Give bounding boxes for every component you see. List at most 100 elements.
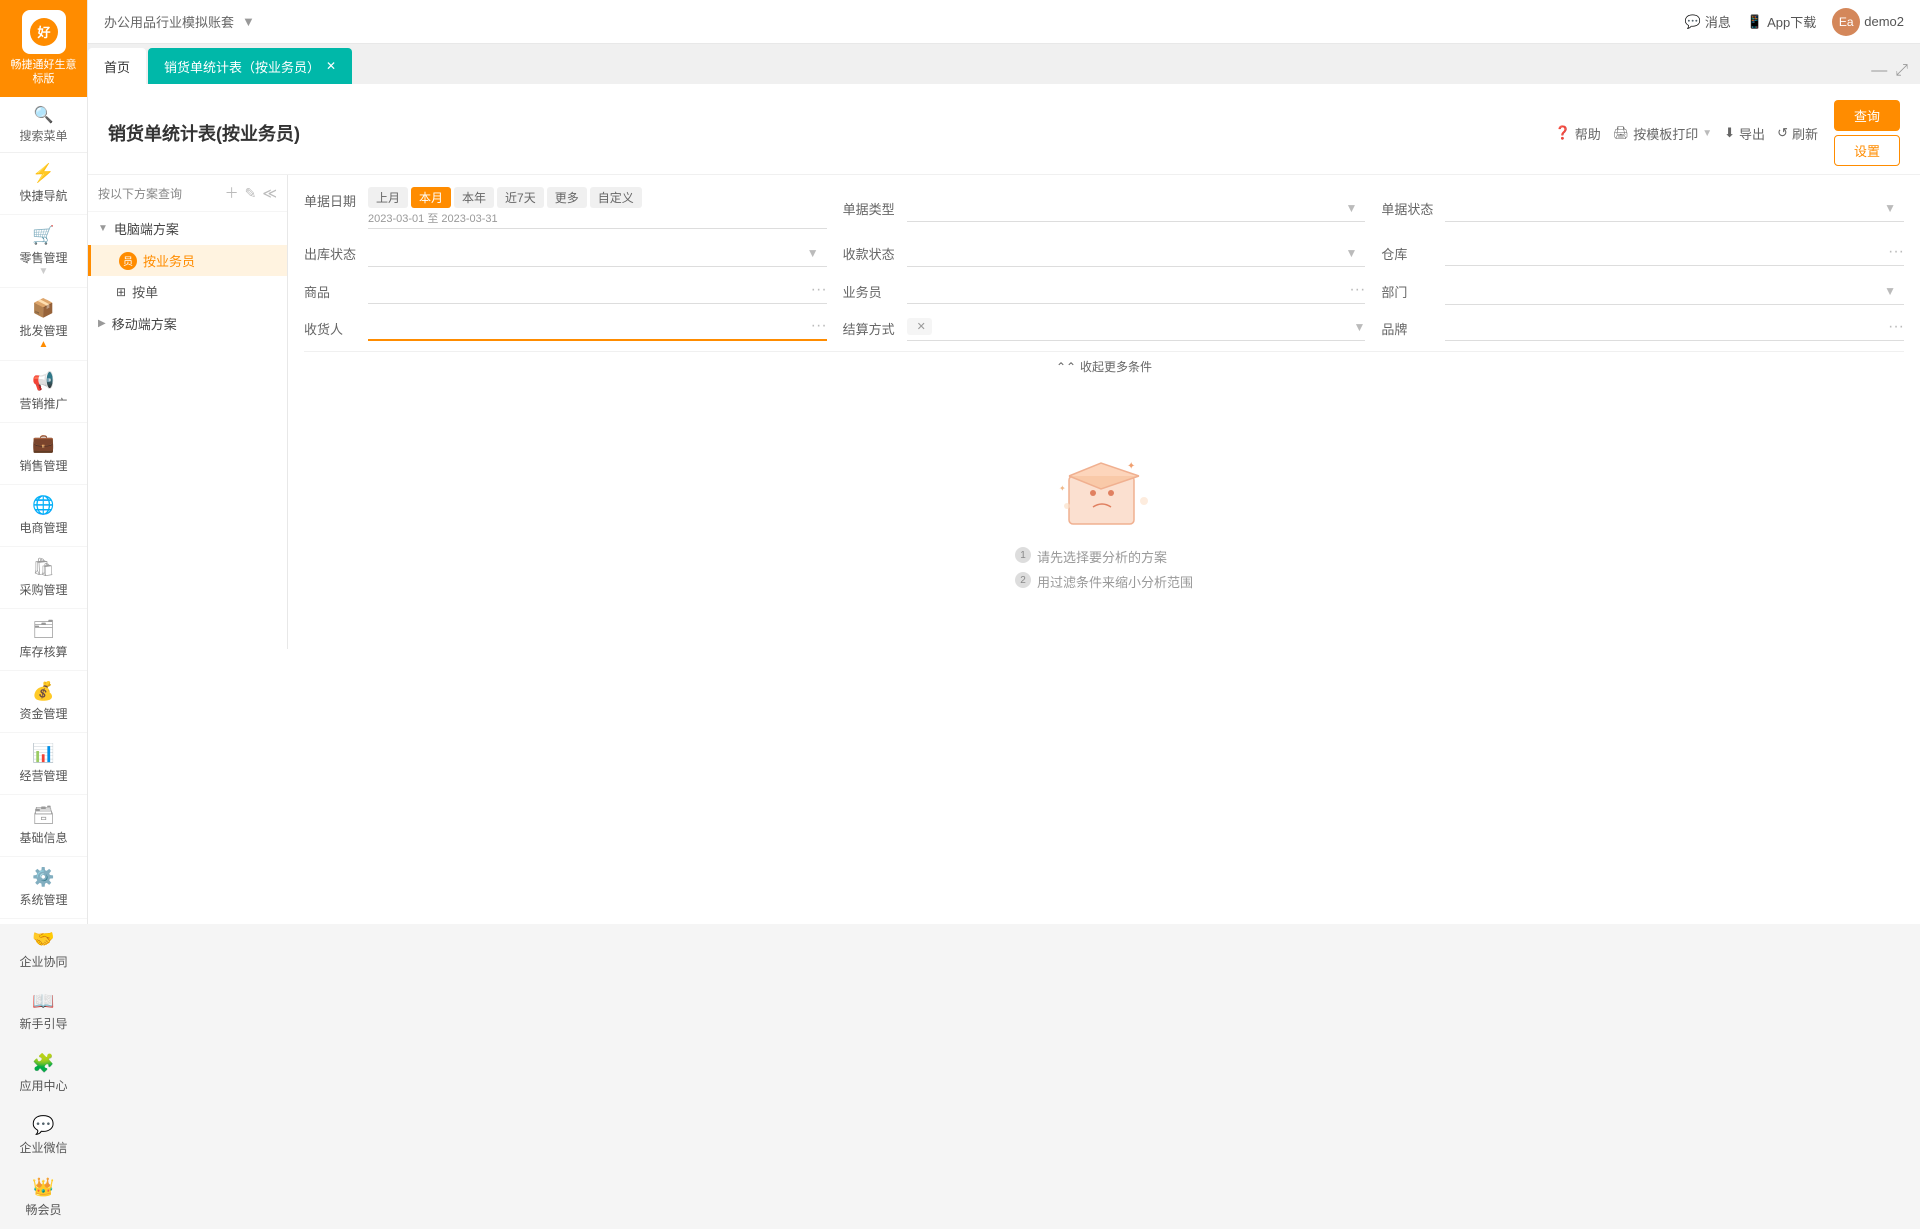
tree-mobile-header[interactable]: ▶ 移动端方案 [88, 307, 287, 340]
date-btn-more[interactable]: 更多 [547, 187, 587, 208]
sidebar-item-wechat[interactable]: 💬 企业微信 [0, 1105, 87, 1167]
department-select[interactable]: ▼ [1445, 277, 1904, 305]
sidebar-item-label: 零售管理 [19, 249, 67, 266]
product-input[interactable]: ··· [368, 278, 827, 304]
department-label: 部门 [1381, 282, 1437, 301]
sidebar-search[interactable]: 🔍 搜索菜单 [0, 97, 87, 153]
sidebar-item-marketing[interactable]: 📢 营销推广 [0, 361, 87, 423]
out-status-select[interactable]: ▼ [368, 239, 827, 267]
topbar-left: 办公用品行业模拟账套 ▼ [104, 12, 255, 31]
export-btn[interactable]: ⬇ 导出 [1724, 124, 1765, 143]
quicknav-icon: ⚡ [32, 163, 54, 184]
appcenter-icon: 🧩 [32, 1053, 54, 1074]
out-status-arrow: ▼ [807, 246, 819, 260]
brand-input[interactable]: ··· [1445, 315, 1904, 341]
query-button[interactable]: 查询 [1834, 100, 1900, 131]
empty-hint-2: 2 用过滤条件来缩小分析范围 [1015, 572, 1193, 591]
tab-maximize-btn[interactable]: ⤢ [1895, 62, 1908, 80]
dropdown-icon[interactable]: ▼ [242, 14, 255, 29]
tree-item-salesman[interactable]: 员 按业务员 [88, 245, 287, 276]
settings-button[interactable]: 设置 [1834, 135, 1900, 166]
salesman-dot: 员 [119, 252, 137, 270]
product-dots[interactable]: ··· [811, 281, 827, 299]
tree-collapse-icon: ▶ [98, 318, 106, 329]
settlement-input[interactable]: ✕ ▼ [907, 315, 1366, 341]
right-panel: 单据日期 上月 本月 本年 近7天 更多 自定义 2023-03-01 至 20… [288, 175, 1920, 649]
sidebar-item-label: 新手引导 [19, 1015, 67, 1032]
sidebar-item-basic[interactable]: 🗃 基础信息 [0, 795, 87, 857]
tree-mobile-section: ▶ 移动端方案 [88, 307, 287, 340]
empty-state: ✦ ✦ 1 请先选择要分析的方案 2 [304, 381, 1904, 637]
date-btn-this-month[interactable]: 本月 [411, 187, 451, 208]
sidebar-item-sales[interactable]: 💼 销售管理 [0, 423, 87, 485]
template-print-btn[interactable]: 🖨 按模板打印 ▼ [1613, 124, 1712, 143]
doc-type-select[interactable]: ▼ [907, 194, 1366, 222]
sidebar-item-purchase[interactable]: 🛍 采购管理 [0, 547, 87, 609]
tree-pc-header[interactable]: ▼ 电脑端方案 [88, 212, 287, 245]
doc-status-label: 单据状态 [1381, 199, 1437, 218]
tab-minimize-btn[interactable]: — [1871, 62, 1887, 80]
app-download-btn[interactable]: 📱 App下载 [1747, 12, 1816, 31]
sidebar-item-label: 库存核算 [19, 643, 67, 660]
sidebar-item-member[interactable]: 👑 畅会员 [0, 1167, 87, 1229]
doc-status-select[interactable]: ▼ [1445, 194, 1904, 222]
logo-text: 畅捷通好生意 标版 [6, 58, 81, 87]
sidebar-item-quicknav[interactable]: ⚡ 快捷导航 [0, 153, 87, 215]
sidebar-item-appcenter[interactable]: 🧩 应用中心 [0, 1043, 87, 1105]
tab-close-icon[interactable]: ✕ [326, 59, 336, 73]
export-icon: ⬇ [1724, 125, 1735, 141]
filter-doc-status: 单据状态 ▼ [1381, 187, 1904, 229]
consignee-dots[interactable]: ··· [811, 317, 827, 335]
sidebar: 好 畅捷通好生意 标版 🔍 搜索菜单 ⚡ 快捷导航 🛒 零售管理 ▼ 📦 批发管… [0, 0, 88, 924]
consignee-input[interactable]: ··· [368, 315, 827, 341]
sidebar-item-label: 系统管理 [19, 891, 67, 908]
warehouse-input[interactable]: ··· [1445, 240, 1904, 266]
sidebar-item-inventory[interactable]: 🗂 库存核算 [0, 609, 87, 671]
user-area[interactable]: Ea demo2 [1832, 8, 1904, 36]
settlement-clear-btn[interactable]: ✕ [917, 320, 926, 333]
tree-item-order[interactable]: ⊞ 按单 [88, 276, 287, 307]
date-btn-7days[interactable]: 近7天 [497, 187, 544, 208]
wechat-icon: 💬 [32, 1115, 54, 1136]
edit-scheme-icon[interactable]: ✎ [245, 185, 257, 202]
sidebar-item-system[interactable]: ⚙️ 系统管理 [0, 857, 87, 919]
enterprise-icon: 🤝 [32, 929, 54, 950]
sidebar-item-operations[interactable]: 📊 经营管理 [0, 733, 87, 795]
template-print-label: 按模板打印 [1633, 124, 1698, 143]
search-label: 搜索菜单 [19, 127, 67, 144]
add-scheme-icon[interactable]: ＋ [225, 183, 239, 203]
tab-sales-stat[interactable]: 销货单统计表（按业务员） ✕ [148, 48, 352, 84]
hint-num-1: 1 [1015, 547, 1031, 563]
help-btn[interactable]: ❓ 帮助 [1555, 124, 1601, 143]
receipt-status-select[interactable]: ▼ [907, 239, 1366, 267]
sidebar-item-newguide[interactable]: 📖 新手引导 [0, 981, 87, 1043]
warehouse-dots[interactable]: ··· [1888, 243, 1904, 261]
sidebar-item-wholesale[interactable]: 📦 批发管理 ▲ [0, 288, 87, 361]
tab-home[interactable]: 首页 [88, 48, 146, 84]
filter-warehouse: 仓库 ··· [1381, 239, 1904, 267]
collapse-button[interactable]: ⌃⌃ 收起更多条件 [1056, 358, 1152, 375]
sidebar-item-finance[interactable]: 💰 资金管理 [0, 671, 87, 733]
sidebar-item-ecom[interactable]: 🌐 电商管理 [0, 485, 87, 547]
tab-sales-label: 销货单统计表（按业务员） [164, 57, 320, 76]
salesman-input[interactable]: ··· [907, 278, 1366, 304]
collapse-left-icon[interactable]: ≪ [262, 185, 277, 202]
message-btn[interactable]: 💬 消息 [1685, 12, 1731, 31]
logo-area: 好 畅捷通好生意 标版 [0, 0, 87, 97]
sidebar-item-label: 销售管理 [19, 457, 67, 474]
sidebar-item-retail[interactable]: 🛒 零售管理 ▼ [0, 215, 87, 288]
filter-out-status: 出库状态 ▼ [304, 239, 827, 267]
date-btn-this-year[interactable]: 本年 [454, 187, 494, 208]
user-name: demo2 [1864, 14, 1904, 29]
date-btn-custom[interactable]: 自定义 [590, 187, 642, 208]
sidebar-item-enterprise[interactable]: 🤝 企业协同 [0, 919, 87, 981]
date-btn-last-month[interactable]: 上月 [368, 187, 408, 208]
tree-pc-label: 电脑端方案 [114, 219, 179, 238]
brand-dots[interactable]: ··· [1888, 318, 1904, 336]
sidebar-item-label: 企业协同 [19, 953, 67, 970]
salesman-dots[interactable]: ··· [1349, 281, 1365, 299]
sidebar-item-label: 电商管理 [19, 519, 67, 536]
refresh-btn[interactable]: ↺ 刷新 [1777, 124, 1818, 143]
main-area: 办公用品行业模拟账套 ▼ 💬 消息 📱 App下载 Ea demo2 首页 销货… [88, 0, 1920, 924]
refresh-icon: ↺ [1777, 125, 1788, 141]
